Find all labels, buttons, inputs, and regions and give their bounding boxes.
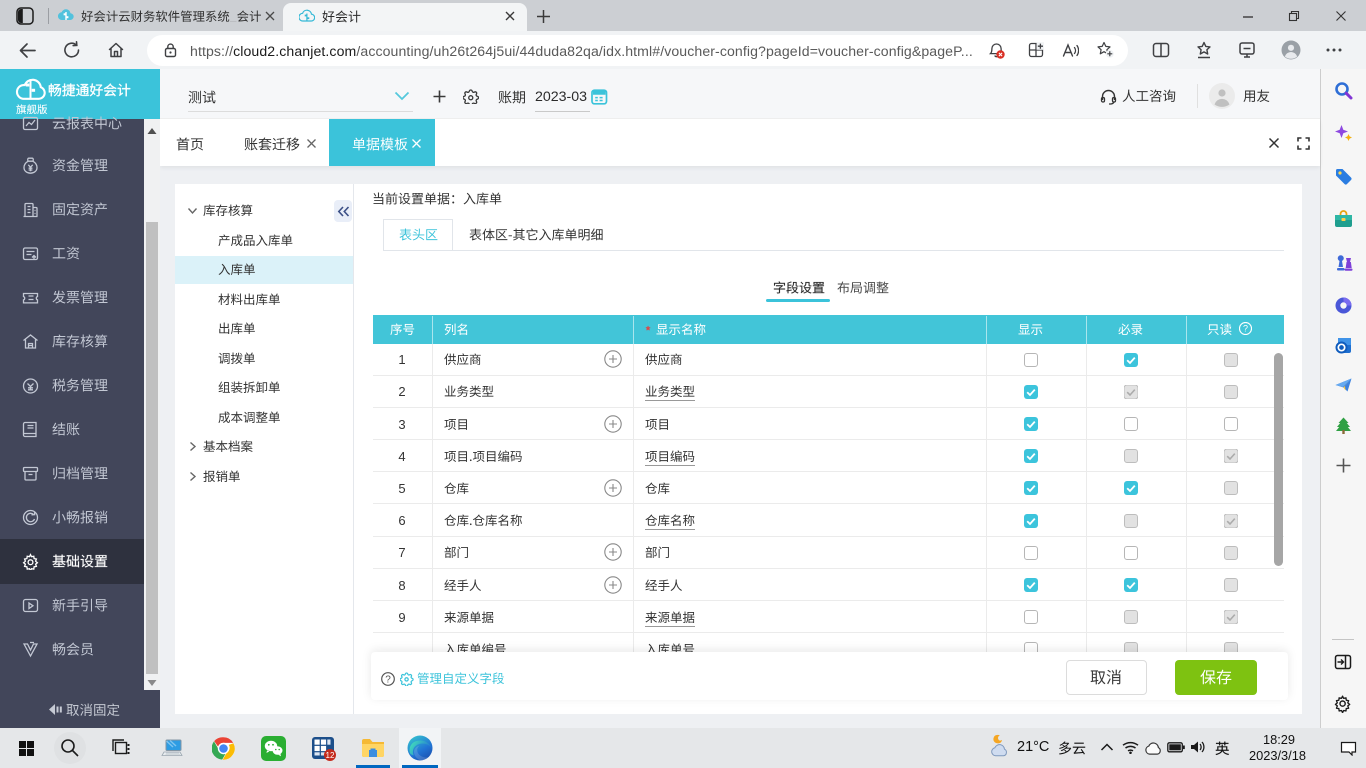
svg-text:12: 12 (326, 751, 335, 760)
svg-text:?: ? (385, 674, 391, 685)
svg-text:?: ? (1243, 323, 1248, 333)
